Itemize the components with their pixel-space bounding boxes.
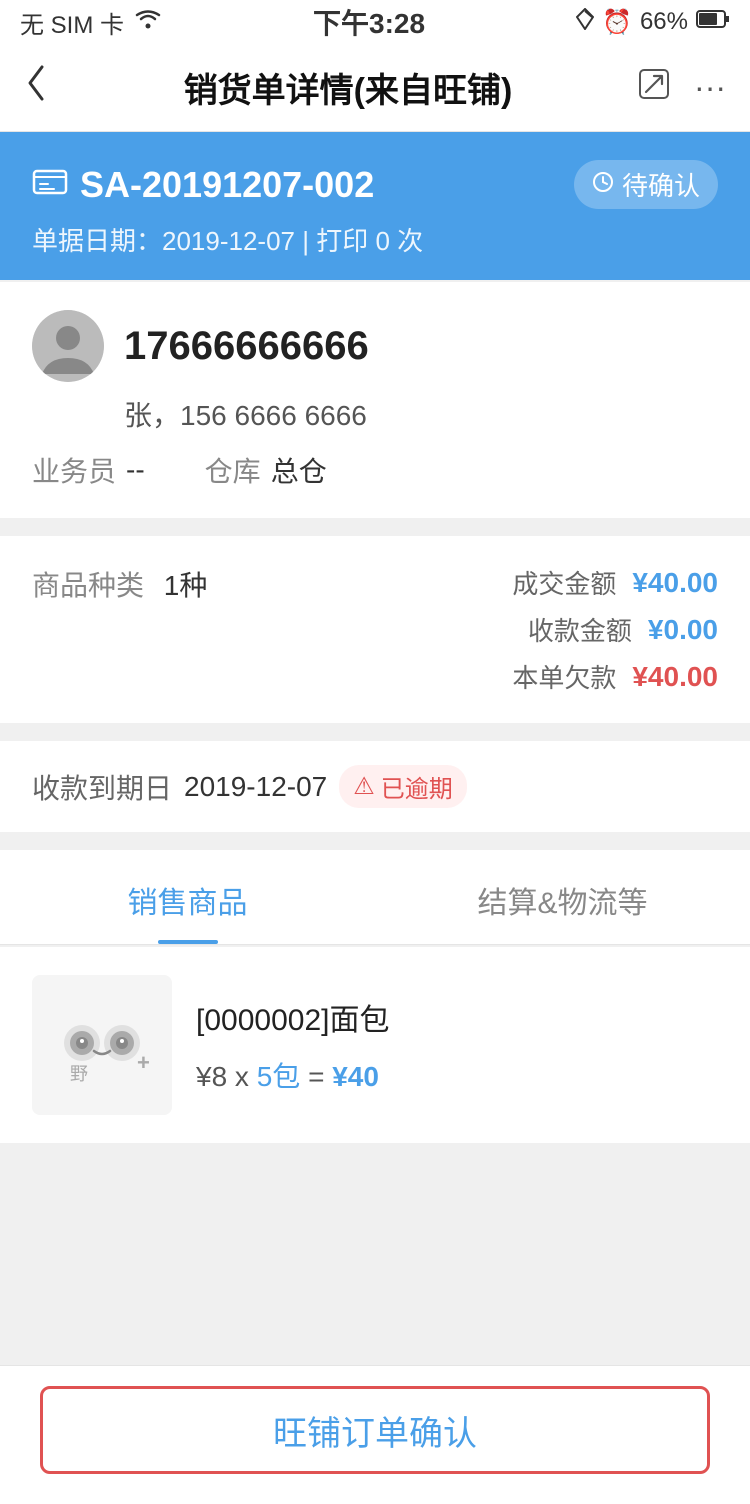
bottom-bar: 旺铺订单确认 [0, 1365, 750, 1504]
alarm-icon: ⏰ [602, 8, 632, 37]
svg-text:野: 野 [70, 1064, 88, 1084]
customer-meta: 业务员 -- 仓库 总仓 [32, 450, 718, 490]
battery-icon [696, 8, 730, 36]
battery-text: 66% [640, 8, 688, 36]
owed-amount-label: 本单欠款 [512, 658, 616, 695]
owed-amount-value: ¥40.00 [632, 661, 718, 693]
order-date: 单据日期：2019-12-07 | 打印 0 次 [32, 221, 718, 258]
svg-text:+: + [137, 1050, 150, 1075]
wifi-icon [134, 8, 162, 36]
clock-icon [592, 169, 614, 200]
carrier-text: 无 SIM 卡 [20, 5, 124, 40]
product-info: [0000002]面包 ¥8 x 5包 = ¥40 [196, 995, 718, 1095]
warehouse-label: 仓库 [205, 450, 261, 490]
status-bar: 无 SIM 卡 下午3:28 ⏰ 66% [0, 0, 750, 44]
divider-1 [0, 520, 750, 536]
deal-amount-value: ¥40.00 [632, 567, 718, 599]
overdue-badge: ⚠ 已逾期 [339, 765, 467, 808]
sales-label: 业务员 [32, 450, 116, 490]
tab-settlement[interactable]: 结算&物流等 [375, 850, 750, 944]
more-icon[interactable]: ··· [694, 69, 726, 106]
tab-products[interactable]: 销售商品 [0, 850, 375, 944]
product-name: [0000002]面包 [196, 995, 718, 1039]
due-section: 收款到期日 2019-12-07 ⚠ 已逾期 [0, 741, 750, 832]
due-label: 收款到期日 [32, 767, 172, 807]
avatar [32, 310, 104, 382]
customer-name: 张，156 6666 6666 [32, 394, 718, 434]
payment-amount-value: ¥0.00 [648, 614, 718, 646]
page-title: 销货单详情(来自旺铺) [58, 63, 638, 112]
order-header-card: SA-20191207-002 待确认 单据日期：2019-12-07 | 打印… [0, 132, 750, 280]
product-card: + 野 [0000002]面包 ¥8 x 5包 = ¥40 [0, 947, 750, 1143]
nav-bar: 销货单详情(来自旺铺) ··· [0, 44, 750, 132]
back-button[interactable] [24, 63, 58, 112]
tabs-row: 销售商品 结算&物流等 [0, 850, 750, 945]
divider-2 [0, 725, 750, 741]
status-badge: 待确认 [574, 160, 718, 209]
order-id: SA-20191207-002 [32, 164, 374, 206]
bg-area [0, 1145, 750, 1365]
overdue-icon: ⚠ [353, 772, 375, 801]
nav-actions: ··· [638, 68, 726, 108]
summary-right: 成交金额 ¥40.00 收款金额 ¥0.00 本单欠款 ¥40.00 [512, 564, 718, 695]
order-icon [32, 164, 68, 206]
product-type-label: 商品种类 1种 [32, 564, 207, 604]
warehouse-value: 总仓 [271, 450, 327, 490]
status-left: 无 SIM 卡 [20, 5, 162, 40]
divider-3 [0, 834, 750, 850]
overdue-text: 已逾期 [381, 769, 453, 804]
status-time: 下午3:28 [313, 2, 425, 42]
customer-phone: 17666666666 [124, 324, 369, 369]
product-type-value: 1种 [164, 570, 208, 601]
status-right: ⏰ 66% [576, 8, 730, 37]
sales-value: -- [126, 454, 145, 486]
summary-section: 商品种类 1种 成交金额 ¥40.00 收款金额 ¥0.00 本单欠款 ¥40.… [0, 536, 750, 723]
confirm-order-button[interactable]: 旺铺订单确认 [40, 1386, 710, 1474]
payment-amount-label: 收款金额 [528, 611, 632, 648]
location-icon [576, 8, 594, 37]
due-date-value: 2019-12-07 [184, 771, 327, 803]
customer-section: 17666666666 张，156 6666 6666 业务员 -- 仓库 总仓 [0, 282, 750, 518]
share-icon[interactable] [638, 68, 670, 108]
product-thumbnail: + 野 [32, 975, 172, 1115]
deal-amount-label: 成交金额 [512, 564, 616, 601]
tabs-section: 销售商品 结算&物流等 [0, 850, 750, 945]
product-price: ¥8 x 5包 = ¥40 [196, 1055, 718, 1095]
